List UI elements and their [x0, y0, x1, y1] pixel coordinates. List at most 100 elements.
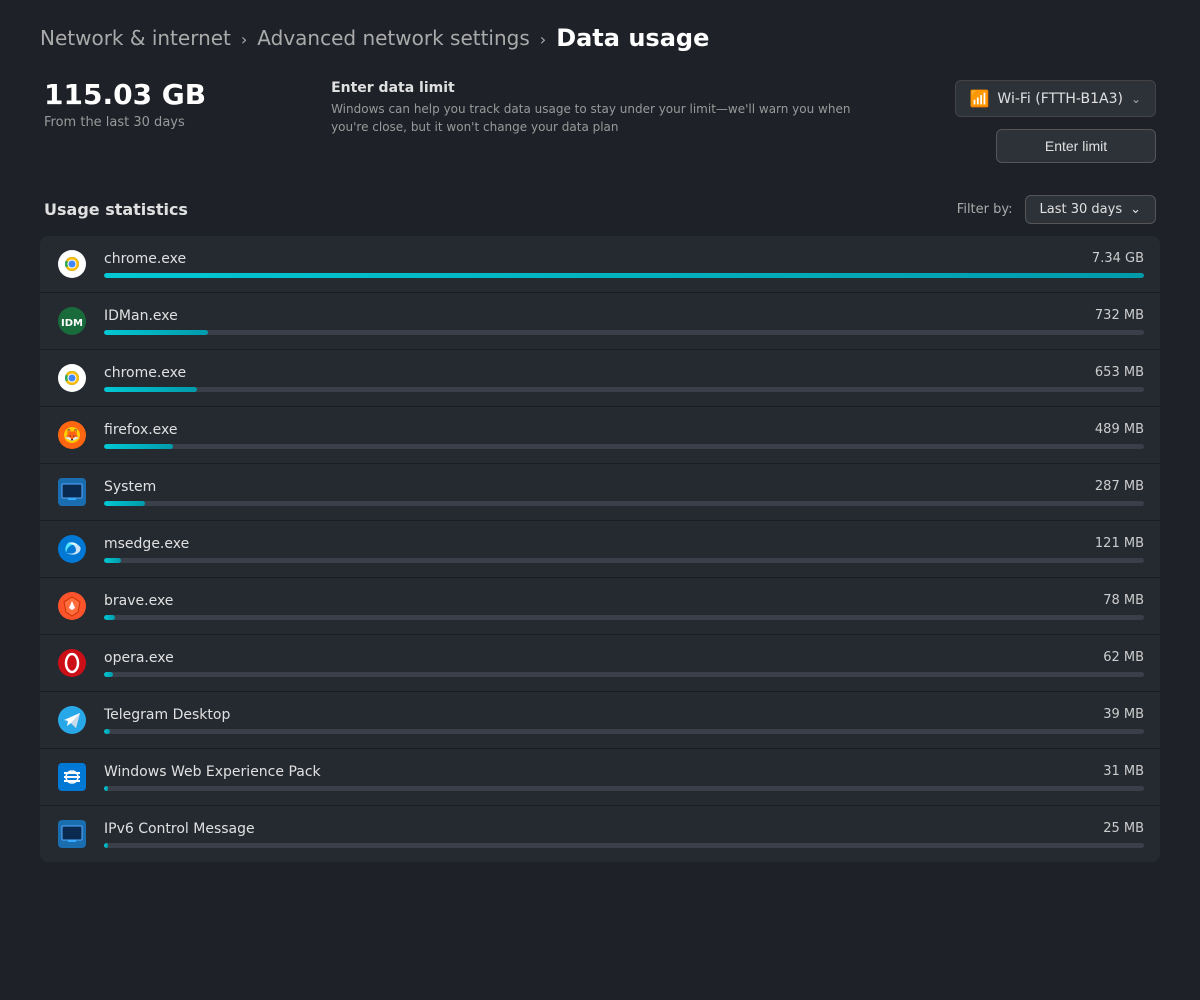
- chevron-down-icon: ⌄: [1131, 92, 1141, 106]
- app-usage-telegram: 39 MB: [1064, 707, 1144, 722]
- app-usage-ipv6: 25 MB: [1064, 821, 1144, 836]
- app-info-chrome2: chrome.exe 653 MB: [104, 365, 1144, 392]
- app-header-brave: brave.exe 78 MB: [104, 593, 1144, 609]
- usage-item-chrome2: chrome.exe 653 MB: [40, 350, 1160, 407]
- app-info-msedge: msedge.exe 121 MB: [104, 536, 1144, 563]
- progress-bg-firefox: [104, 444, 1144, 449]
- filter-section: Filter by: Last 30 days ⌄: [957, 195, 1156, 224]
- app-info-wwep: Windows Web Experience Pack 31 MB: [104, 764, 1144, 791]
- app-header-wwep: Windows Web Experience Pack 31 MB: [104, 764, 1144, 780]
- usage-item-opera: opera.exe 62 MB: [40, 635, 1160, 692]
- app-name-telegram: Telegram Desktop: [104, 707, 230, 723]
- app-name-firefox: firefox.exe: [104, 422, 178, 438]
- app-header-msedge: msedge.exe 121 MB: [104, 536, 1144, 552]
- app-icon-ipv6: [56, 818, 88, 850]
- filter-chevron-icon: ⌄: [1130, 202, 1141, 217]
- app-usage-opera: 62 MB: [1064, 650, 1144, 665]
- progress-fill-idman: [104, 330, 208, 335]
- breadcrumb-sep1: ›: [241, 30, 247, 49]
- app-name-idman: IDMan.exe: [104, 308, 178, 324]
- svg-text:🦊: 🦊: [65, 428, 80, 442]
- data-limit-title: Enter data limit: [331, 80, 851, 96]
- app-usage-brave: 78 MB: [1064, 593, 1144, 608]
- app-info-firefox: firefox.exe 489 MB: [104, 422, 1144, 449]
- enter-limit-button[interactable]: Enter limit: [996, 129, 1156, 163]
- app-header-system: System 287 MB: [104, 479, 1144, 495]
- app-name-system: System: [104, 479, 156, 495]
- app-header-opera: opera.exe 62 MB: [104, 650, 1144, 666]
- breadcrumb-sep2: ›: [540, 30, 546, 49]
- wifi-label: Wi-Fi (FTTH-B1A3): [997, 91, 1123, 107]
- progress-fill-msedge: [104, 558, 121, 563]
- data-limit-desc: Windows can help you track data usage to…: [331, 100, 851, 136]
- app-info-ipv6: IPv6 Control Message 25 MB: [104, 821, 1144, 848]
- usage-item-brave: brave.exe 78 MB: [40, 578, 1160, 635]
- app-name-msedge: msedge.exe: [104, 536, 189, 552]
- progress-fill-opera: [104, 672, 113, 677]
- wifi-icon: 📶: [970, 89, 990, 108]
- data-total: 115.03 GB From the last 30 days: [44, 80, 206, 130]
- app-name-wwep: Windows Web Experience Pack: [104, 764, 321, 780]
- progress-bg-ipv6: [104, 843, 1144, 848]
- usage-item-msedge: msedge.exe 121 MB: [40, 521, 1160, 578]
- progress-bg-chrome1: [104, 273, 1144, 278]
- progress-bg-idman: [104, 330, 1144, 335]
- app-usage-idman: 732 MB: [1064, 308, 1144, 323]
- stats-header: Usage statistics Filter by: Last 30 days…: [40, 195, 1160, 224]
- app-info-telegram: Telegram Desktop 39 MB: [104, 707, 1144, 734]
- filter-label: Filter by:: [957, 202, 1013, 217]
- progress-fill-firefox: [104, 444, 173, 449]
- total-value: 115.03 GB: [44, 80, 206, 111]
- app-name-ipv6: IPv6 Control Message: [104, 821, 255, 837]
- app-usage-firefox: 489 MB: [1064, 422, 1144, 437]
- app-icon-firefox: 🦊: [56, 419, 88, 451]
- progress-bg-system: [104, 501, 1144, 506]
- data-limit-section: Enter data limit Windows can help you tr…: [331, 80, 851, 136]
- app-name-brave: brave.exe: [104, 593, 173, 609]
- app-info-idman: IDMan.exe 732 MB: [104, 308, 1144, 335]
- app-header-ipv6: IPv6 Control Message 25 MB: [104, 821, 1144, 837]
- app-header-firefox: firefox.exe 489 MB: [104, 422, 1144, 438]
- app-icon-brave: [56, 590, 88, 622]
- progress-fill-system: [104, 501, 145, 506]
- app-icon-chrome2: [56, 362, 88, 394]
- usage-list: chrome.exe 7.34 GB IDM IDMan.exe 732 MB: [40, 236, 1160, 862]
- breadcrumb-network[interactable]: Network & internet: [40, 26, 231, 50]
- app-icon-opera: [56, 647, 88, 679]
- progress-fill-chrome1: [104, 273, 1144, 278]
- filter-selected: Last 30 days: [1040, 202, 1123, 217]
- progress-bg-msedge: [104, 558, 1144, 563]
- progress-fill-brave: [104, 615, 115, 620]
- app-usage-chrome2: 653 MB: [1064, 365, 1144, 380]
- progress-bg-wwep: [104, 786, 1144, 791]
- app-header-chrome2: chrome.exe 653 MB: [104, 365, 1144, 381]
- app-info-opera: opera.exe 62 MB: [104, 650, 1144, 677]
- progress-bg-chrome2: [104, 387, 1144, 392]
- app-name-chrome2: chrome.exe: [104, 365, 186, 381]
- progress-fill-ipv6: [104, 843, 108, 848]
- filter-dropdown[interactable]: Last 30 days ⌄: [1025, 195, 1156, 224]
- progress-fill-chrome2: [104, 387, 197, 392]
- top-section: 115.03 GB From the last 30 days Enter da…: [40, 80, 1160, 163]
- progress-fill-wwep: [104, 786, 108, 791]
- wifi-selector[interactable]: 📶 Wi-Fi (FTTH-B1A3) ⌄: [955, 80, 1157, 117]
- app-name-chrome1: chrome.exe: [104, 251, 186, 267]
- usage-item-ipv6: IPv6 Control Message 25 MB: [40, 806, 1160, 862]
- usage-item-chrome1: chrome.exe 7.34 GB: [40, 236, 1160, 293]
- breadcrumb-current: Data usage: [556, 24, 709, 52]
- progress-fill-telegram: [104, 729, 110, 734]
- progress-bg-brave: [104, 615, 1144, 620]
- svg-text:IDM: IDM: [61, 318, 83, 329]
- app-usage-wwep: 31 MB: [1064, 764, 1144, 779]
- breadcrumb: Network & internet › Advanced network se…: [40, 24, 1160, 52]
- app-icon-chrome1: [56, 248, 88, 280]
- app-icon-telegram: [56, 704, 88, 736]
- right-controls: 📶 Wi-Fi (FTTH-B1A3) ⌄ Enter limit: [936, 80, 1156, 163]
- app-icon-idman: IDM: [56, 305, 88, 337]
- app-info-brave: brave.exe 78 MB: [104, 593, 1144, 620]
- usage-item-system: System 287 MB: [40, 464, 1160, 521]
- app-header-chrome1: chrome.exe 7.34 GB: [104, 251, 1144, 267]
- usage-item-wwep: Windows Web Experience Pack 31 MB: [40, 749, 1160, 806]
- stats-title: Usage statistics: [44, 200, 188, 219]
- breadcrumb-advanced[interactable]: Advanced network settings: [257, 26, 529, 50]
